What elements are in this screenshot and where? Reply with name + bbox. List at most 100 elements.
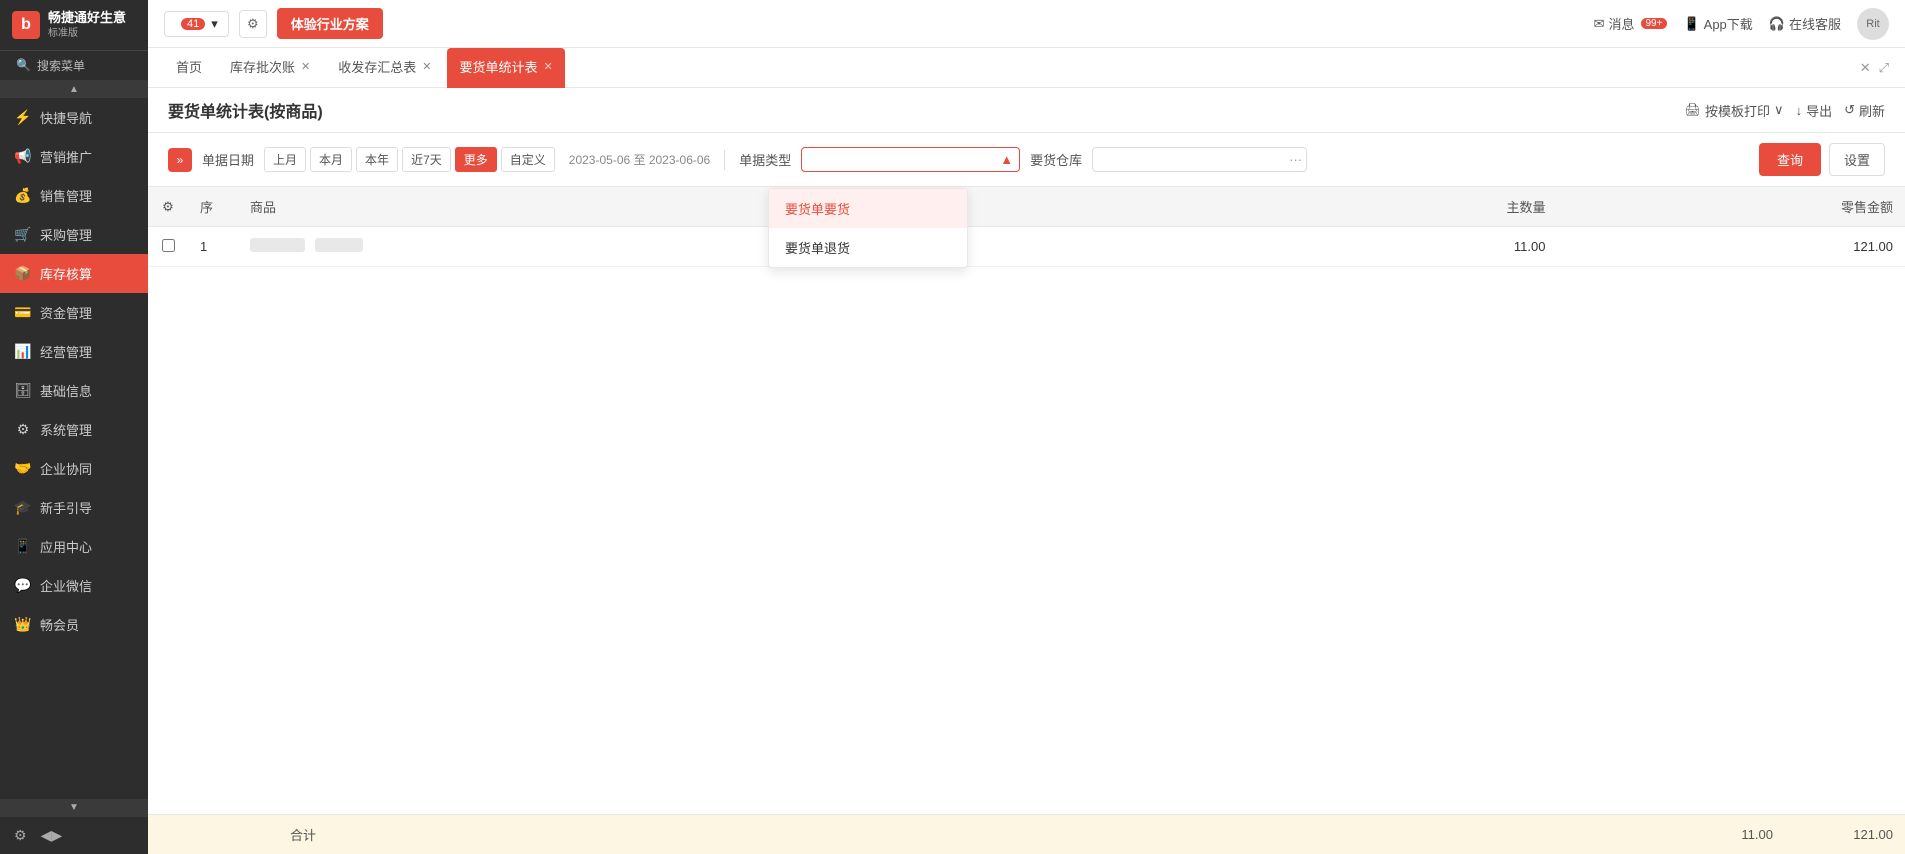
sidebar-search[interactable]: 🔍 搜索菜单 xyxy=(0,51,148,81)
date-range: 2023-05-06 至 2023-06-06 xyxy=(569,151,710,168)
store-badge: 41 xyxy=(181,18,205,30)
th-amount: 零售金额 xyxy=(1557,187,1905,227)
filter-bar: » 单据日期 上月本月本年近7天更多自定义 2023-05-06 至 2023-… xyxy=(148,133,1905,187)
settings-btn[interactable]: 设置 xyxy=(1829,143,1885,176)
page-actions: 🖨 按模板打印 ∨ ↓ 导出 ↺ 刷新 xyxy=(1685,101,1885,120)
date-btn-week[interactable]: 近7天 xyxy=(402,147,451,172)
nav-icon-system: ⚙ xyxy=(14,420,32,438)
date-label: 单据日期 xyxy=(202,150,254,169)
date-btn-year[interactable]: 本年 xyxy=(356,147,398,172)
online-service-action[interactable]: 🎧 在线客服 xyxy=(1769,14,1841,33)
product-placeholder1 xyxy=(250,238,305,252)
export-btn[interactable]: ↓ 导出 xyxy=(1796,101,1833,120)
nav-icon-sales: 💰 xyxy=(14,186,32,204)
warehouse-input[interactable] xyxy=(1093,148,1285,171)
app-download-action[interactable]: 📱 App下载 xyxy=(1683,14,1752,33)
refresh-btn[interactable]: ↺ 刷新 xyxy=(1844,101,1885,120)
nav-label-app-center: 应用中心 xyxy=(40,537,92,556)
dropdown-option-order-return[interactable]: 要货单退货 xyxy=(769,228,967,267)
sidebar-item-base-info[interactable]: 🗄 基础信息 xyxy=(0,371,148,410)
search-icon: 🔍 xyxy=(16,58,31,72)
th-settings[interactable]: ⚙ xyxy=(148,187,188,227)
sidebar-item-quick-nav[interactable]: ⚡ 快捷导航 xyxy=(0,98,148,137)
nav-icon-quick-nav: ⚡ xyxy=(14,108,32,126)
headset-icon: 🎧 xyxy=(1769,16,1785,32)
tab-recv-summary[interactable]: 收发存汇总表 ✕ xyxy=(326,48,443,88)
product-placeholder2 xyxy=(315,238,363,252)
tab-label-inventory-batch: 库存批次账 xyxy=(230,57,295,76)
sidebar-item-wechat[interactable]: 💬 企业微信 xyxy=(0,566,148,605)
sidebar-scroll-up[interactable]: ▲ xyxy=(0,81,148,98)
tab-label-recv-summary: 收发存汇总表 xyxy=(338,57,416,76)
sidebar-scroll-down[interactable]: ▼ xyxy=(0,799,148,816)
logo-icon: b xyxy=(12,11,40,39)
date-btn-more[interactable]: 更多 xyxy=(455,147,497,172)
tab-close-order-stats[interactable]: ✕ xyxy=(544,60,553,73)
sidebar-collapse-btn[interactable]: ◀▶ xyxy=(41,827,63,844)
nav-icon-operations: 📊 xyxy=(14,342,32,360)
sidebar-item-inventory[interactable]: 📦 库存核算 xyxy=(0,254,148,293)
industry-btn[interactable]: 体验行业方案 xyxy=(277,8,383,39)
nav-label-quick-nav: 快捷导航 xyxy=(40,108,92,127)
sidebar-item-system[interactable]: ⚙ 系统管理 xyxy=(0,410,148,449)
tab-order-stats[interactable]: 要货单统计表 ✕ xyxy=(447,48,564,88)
nav-icon-guide: 🎓 xyxy=(14,498,32,516)
td-no: 1 xyxy=(188,227,238,267)
th-no: 序 xyxy=(188,187,238,227)
sidebar-item-app-center[interactable]: 📱 应用中心 xyxy=(0,527,148,566)
export-icon: ↓ xyxy=(1796,103,1803,118)
table-footer: 合计 11.00 121.00 xyxy=(148,814,1905,854)
warehouse-dots[interactable]: ··· xyxy=(1285,152,1306,167)
nav-label-wechat: 企业微信 xyxy=(40,576,92,595)
sidebar-item-purchase[interactable]: 🛒 采购管理 xyxy=(0,215,148,254)
sidebar-item-sales[interactable]: 💰 销售管理 xyxy=(0,176,148,215)
td-checkbox[interactable] xyxy=(148,227,188,267)
td-qty: 11.00 xyxy=(1269,227,1557,267)
tab-close-inventory-batch[interactable]: ✕ xyxy=(301,60,310,73)
nav-label-member: 畅会员 xyxy=(40,615,79,634)
nav-label-finance: 资金管理 xyxy=(40,303,92,322)
dropdown-option-order-order[interactable]: 要货单要货 xyxy=(769,189,967,228)
date-btn-custom[interactable]: 自定义 xyxy=(501,147,555,172)
sidebar-settings-btn[interactable]: ⚙ xyxy=(14,827,27,844)
header-settings-btn[interactable]: ⚙ xyxy=(239,10,267,38)
nav-label-sales: 销售管理 xyxy=(40,186,92,205)
date-btn-cur[interactable]: 本月 xyxy=(310,147,352,172)
tab-close-recv-summary[interactable]: ✕ xyxy=(422,60,431,73)
row-checkbox[interactable] xyxy=(162,239,175,252)
top-header: 41 ▾ ⚙ 体验行业方案 ✉ 消息 99+ 📱 App下载 🎧 在线客服 xyxy=(148,0,1905,48)
sidebar: b 畅捷通好生意 标准版 🔍 搜索菜单 ▲ ⚡ 快捷导航 📢 营销推广 💰 销售… xyxy=(0,0,148,854)
nav-icon-enterprise: 🤝 xyxy=(14,459,32,477)
sidebar-item-operations[interactable]: 📊 经营管理 xyxy=(0,332,148,371)
sidebar-item-finance[interactable]: 💳 资金管理 xyxy=(0,293,148,332)
message-action[interactable]: ✉ 消息 99+ xyxy=(1594,14,1668,33)
data-table: ⚙ 序 商品 主计量单位 主数量 零售金额 1 块 11.00 121.00 xyxy=(148,187,1905,267)
footer-amount: 121.00 xyxy=(1773,827,1893,842)
sidebar-item-member[interactable]: 👑 畅会员 xyxy=(0,605,148,644)
type-input-wrap: ▲ xyxy=(801,147,1020,172)
store-selector[interactable]: 41 ▾ xyxy=(164,11,229,37)
tabs-close-all-btn[interactable]: ✕ xyxy=(1860,60,1871,76)
nav-icon-inventory: 📦 xyxy=(14,264,32,282)
tabs-expand-btn[interactable]: ⤢ xyxy=(1879,60,1889,76)
tab-label-order-stats: 要货单统计表 xyxy=(459,57,537,76)
sidebar-item-guide[interactable]: 🎓 新手引导 xyxy=(0,488,148,527)
nav-label-inventory: 库存核算 xyxy=(40,264,92,283)
tab-home[interactable]: 首页 xyxy=(164,48,214,88)
sidebar-item-enterprise[interactable]: 🤝 企业协同 xyxy=(0,449,148,488)
type-input[interactable] xyxy=(802,148,994,171)
logo-text: 畅捷通好生意 标准版 xyxy=(48,10,126,40)
sidebar-bottom: ⚙ ◀▶ xyxy=(0,816,148,854)
type-dropdown-arrow[interactable]: ▲ xyxy=(994,148,1019,171)
query-btn[interactable]: 查询 xyxy=(1759,143,1821,176)
date-btn-up[interactable]: 上月 xyxy=(264,147,306,172)
warehouse-label: 要货仓库 xyxy=(1030,150,1082,169)
page-header: 要货单统计表(按商品) 🖨 按模板打印 ∨ ↓ 导出 ↺ 刷新 xyxy=(148,88,1905,133)
user-avatar[interactable]: Rit xyxy=(1857,8,1889,40)
tab-inventory-batch[interactable]: 库存批次账 ✕ xyxy=(218,48,322,88)
sidebar-item-marketing[interactable]: 📢 营销推广 xyxy=(0,137,148,176)
gear-icon: ⚙ xyxy=(247,16,259,32)
tabs-right-controls: ✕ ⤢ xyxy=(1860,60,1889,76)
filter-expand-btn[interactable]: » xyxy=(168,148,192,172)
print-template-btn[interactable]: 🖨 按模板打印 ∨ xyxy=(1685,101,1784,120)
